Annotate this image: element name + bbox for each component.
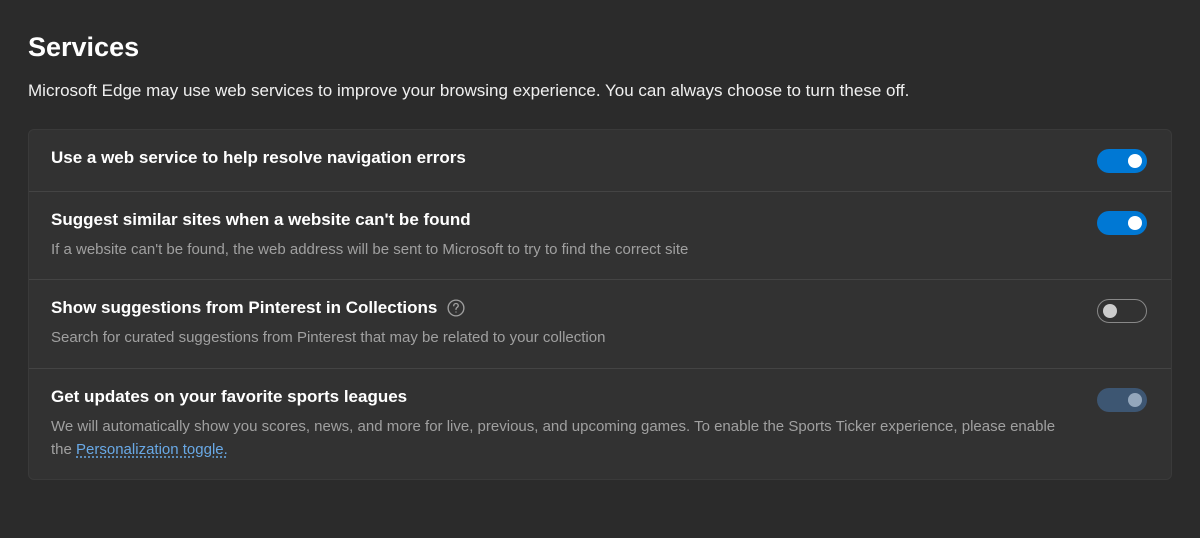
setting-sub: If a website can't be found, the web add… <box>51 238 1057 261</box>
setting-row-navigation-errors: Use a web service to help resolve naviga… <box>29 130 1171 192</box>
setting-sub: Search for curated suggestions from Pint… <box>51 326 1057 349</box>
setting-label: Show suggestions from Pinterest in Colle… <box>51 298 1057 318</box>
setting-label: Get updates on your favorite sports leag… <box>51 387 1057 407</box>
page-title: Services <box>28 32 1172 63</box>
toggle-sports[interactable] <box>1097 388 1147 412</box>
setting-row-sports: Get updates on your favorite sports leag… <box>29 369 1171 480</box>
setting-sub: We will automatically show you scores, n… <box>51 415 1057 462</box>
page-description: Microsoft Edge may use web services to i… <box>28 81 1172 101</box>
personalization-toggle-link[interactable]: Personalization toggle. <box>76 441 228 458</box>
setting-label: Suggest similar sites when a website can… <box>51 210 1057 230</box>
setting-label-text: Show suggestions from Pinterest in Colle… <box>51 298 437 318</box>
setting-row-pinterest: Show suggestions from Pinterest in Colle… <box>29 280 1171 368</box>
setting-label: Use a web service to help resolve naviga… <box>51 148 1057 168</box>
toggle-pinterest[interactable] <box>1097 299 1147 323</box>
toggle-suggest-similar[interactable] <box>1097 211 1147 235</box>
setting-row-suggest-similar: Suggest similar sites when a website can… <box>29 192 1171 280</box>
question-circle-icon[interactable] <box>447 299 465 317</box>
toggle-navigation-errors[interactable] <box>1097 149 1147 173</box>
settings-panel: Use a web service to help resolve naviga… <box>28 129 1172 480</box>
